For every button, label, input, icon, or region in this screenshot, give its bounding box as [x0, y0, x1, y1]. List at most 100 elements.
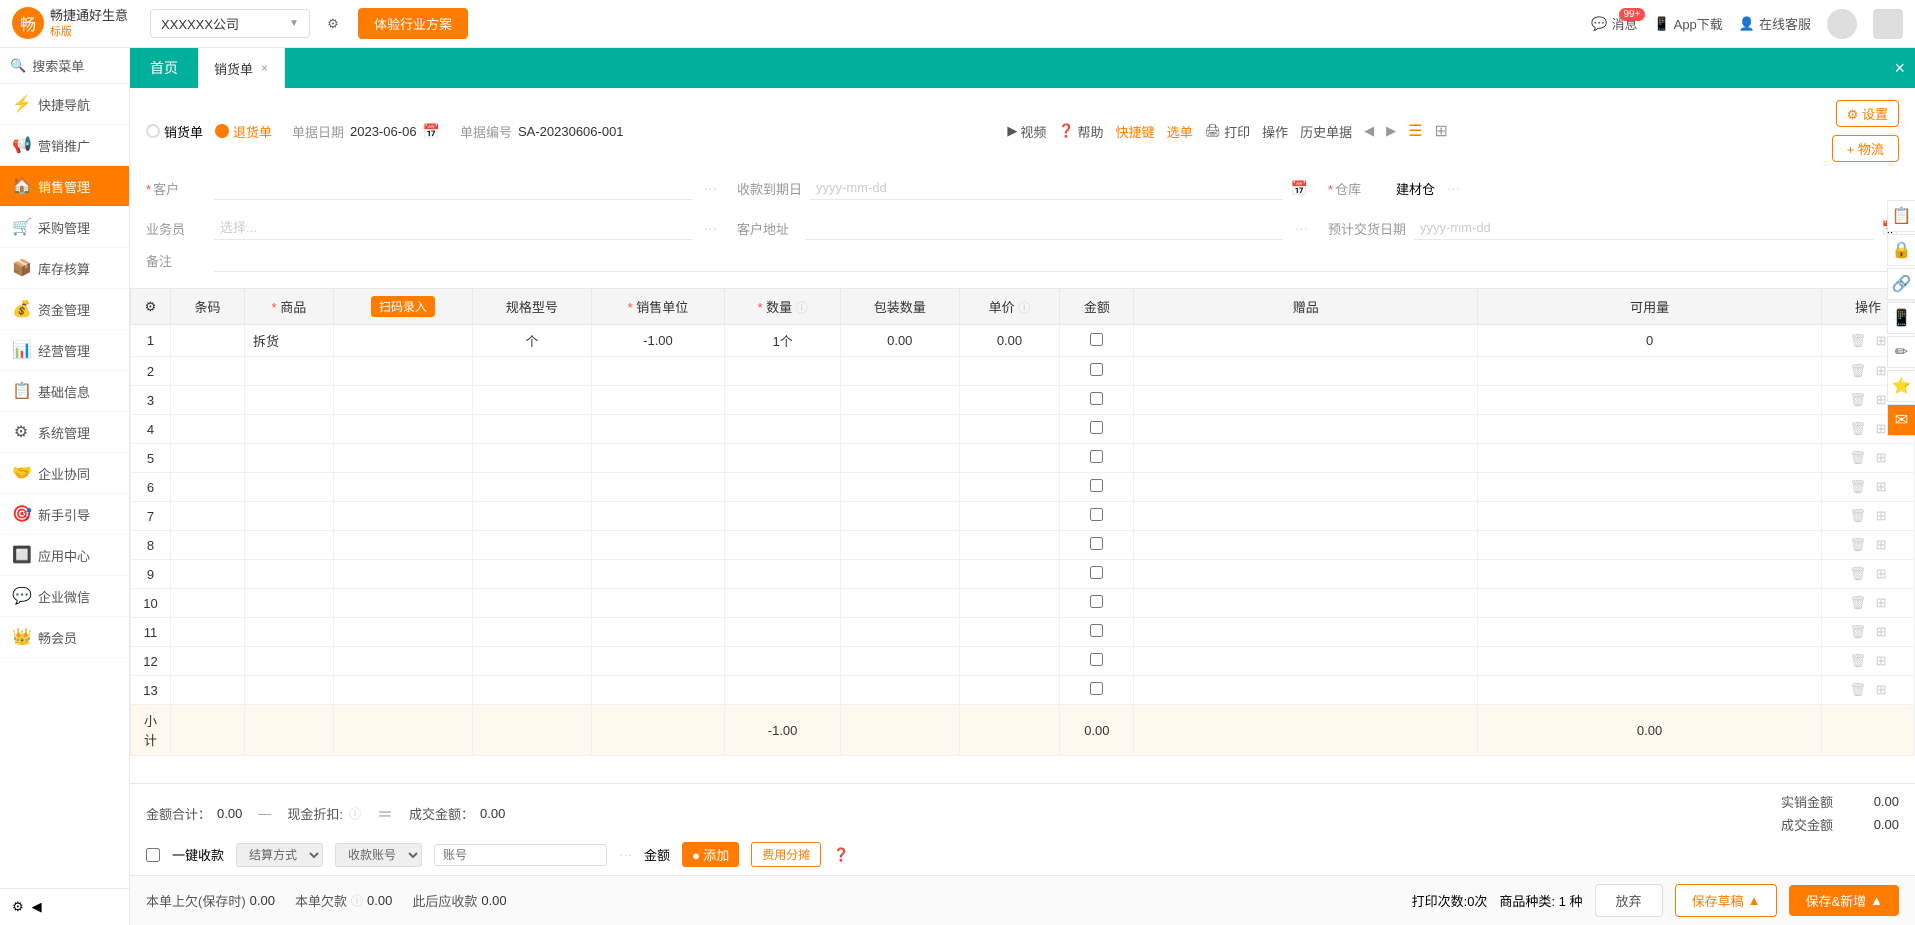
row-amount[interactable] — [959, 502, 1060, 531]
delete-icon[interactable]: 🗑 — [1849, 363, 1866, 378]
row-packqty[interactable] — [725, 589, 841, 618]
delete-icon[interactable]: 🗑 — [1849, 566, 1866, 581]
row-spec[interactable] — [333, 325, 472, 357]
copy-icon[interactable]: ⊞ — [1876, 537, 1887, 552]
row-amount[interactable] — [959, 473, 1060, 502]
settlement-method-select[interactable]: 结算方式 — [236, 843, 323, 867]
row-amount[interactable] — [959, 531, 1060, 560]
row-price[interactable] — [840, 560, 959, 589]
row-product[interactable] — [244, 647, 333, 676]
sidebar-item-quick-nav[interactable]: ⚡ 快捷导航 — [0, 84, 129, 125]
settings-button[interactable]: ⚙ 设置 — [1836, 100, 1899, 127]
float-btn-mobile[interactable]: 📱 — [1887, 302, 1915, 334]
row-product[interactable] — [244, 386, 333, 415]
fee-split-button[interactable]: 费用分摊 — [751, 842, 821, 867]
copy-icon[interactable]: ⊞ — [1876, 682, 1887, 697]
tab-close-icon[interactable]: × — [261, 61, 268, 75]
row-amount[interactable] — [959, 357, 1060, 386]
fee-help-icon[interactable]: ❓ — [833, 847, 849, 863]
sidebar-item-system[interactable]: ⚙ 系统管理 — [0, 412, 129, 453]
row-qty[interactable] — [591, 560, 725, 589]
sales-order-radio[interactable]: 销货单 — [146, 122, 203, 141]
row-unit[interactable] — [473, 386, 592, 415]
row-qty[interactable]: -1.00 — [591, 325, 725, 357]
row-barcode[interactable] — [171, 473, 245, 502]
row-unit[interactable] — [473, 676, 592, 705]
row-packqty[interactable] — [725, 502, 841, 531]
row-unit[interactable] — [473, 502, 592, 531]
sidebar-item-apps[interactable]: 🔲 应用中心 — [0, 535, 129, 576]
row-product[interactable] — [244, 618, 333, 647]
trial-button[interactable]: 体验行业方案 — [358, 8, 468, 39]
row-barcode[interactable] — [171, 502, 245, 531]
copy-icon[interactable]: ⊞ — [1876, 566, 1887, 581]
row-qty[interactable] — [591, 444, 725, 473]
receive-date-calendar-icon[interactable]: 📅 — [1291, 180, 1308, 197]
row-unit[interactable]: 个 — [473, 325, 592, 357]
expected-date-input[interactable] — [1414, 216, 1874, 240]
row-gift[interactable] — [1060, 647, 1134, 676]
row-gift[interactable] — [1060, 618, 1134, 647]
copy-icon[interactable]: ⊞ — [1876, 421, 1887, 436]
row-product[interactable] — [244, 676, 333, 705]
row-qty[interactable] — [591, 531, 725, 560]
copy-icon[interactable]: ⊞ — [1876, 450, 1887, 465]
row-qty[interactable] — [591, 589, 725, 618]
row-gift[interactable] — [1060, 589, 1134, 618]
list-view-icon[interactable]: ☰ — [1408, 121, 1422, 141]
row-spec[interactable] — [333, 647, 472, 676]
company-selector[interactable]: XXXXXX公司 ▼ — [150, 9, 310, 38]
row-barcode[interactable] — [171, 386, 245, 415]
row-unit[interactable] — [473, 589, 592, 618]
row-spec[interactable] — [333, 589, 472, 618]
row-qty[interactable] — [591, 647, 725, 676]
save-new-button[interactable]: 保存&新增 ▲ — [1789, 885, 1899, 916]
row-gift[interactable] — [1060, 386, 1134, 415]
row-product[interactable] — [244, 473, 333, 502]
copy-icon[interactable]: ⊞ — [1876, 595, 1887, 610]
row-qty[interactable] — [591, 357, 725, 386]
row-packqty[interactable] — [725, 647, 841, 676]
row-product[interactable] — [244, 560, 333, 589]
row-gift[interactable] — [1060, 357, 1134, 386]
row-price[interactable] — [840, 618, 959, 647]
sidebar-search[interactable]: 🔍 搜索菜单 — [0, 48, 129, 84]
row-packqty[interactable]: 1个 — [725, 325, 841, 357]
row-price[interactable]: 0.00 — [840, 325, 959, 357]
calendar-icon[interactable]: 📅 — [423, 123, 440, 140]
row-packqty[interactable] — [725, 473, 841, 502]
row-amount[interactable]: 0.00 — [959, 325, 1060, 357]
customer-address-input[interactable] — [805, 216, 1283, 240]
row-product[interactable] — [244, 502, 333, 531]
sidebar-item-basic[interactable]: 📋 基础信息 — [0, 371, 129, 412]
row-packqty[interactable] — [725, 531, 841, 560]
row-price[interactable] — [840, 473, 959, 502]
row-amount[interactable] — [959, 676, 1060, 705]
row-amount[interactable] — [959, 386, 1060, 415]
one-click-payment-checkbox[interactable] — [146, 848, 160, 862]
salesperson-dots[interactable]: ··· — [704, 221, 717, 236]
row-packqty[interactable] — [725, 444, 841, 473]
delete-icon[interactable]: 🗑 — [1849, 624, 1866, 639]
row-spec[interactable] — [333, 618, 472, 647]
save-draft-button[interactable]: 保存草稿 ▲ — [1675, 884, 1778, 917]
row-qty[interactable] — [591, 618, 725, 647]
shortcut-btn[interactable]: 快捷键 — [1116, 122, 1155, 141]
row-unit[interactable] — [473, 415, 592, 444]
row-unit[interactable] — [473, 357, 592, 386]
row-barcode[interactable] — [171, 415, 245, 444]
sidebar-item-finance[interactable]: 💰 资金管理 — [0, 289, 129, 330]
message-button[interactable]: 💬 消息 99+ — [1591, 14, 1637, 33]
row-amount[interactable] — [959, 415, 1060, 444]
row-qty[interactable] — [591, 415, 725, 444]
row-product[interactable] — [244, 357, 333, 386]
delete-icon[interactable]: 🗑 — [1849, 682, 1866, 697]
row-amount[interactable] — [959, 589, 1060, 618]
row-spec[interactable] — [333, 444, 472, 473]
row-spec[interactable] — [333, 676, 472, 705]
row-spec[interactable] — [333, 560, 472, 589]
row-product[interactable]: 拆货 — [244, 325, 333, 357]
copy-icon[interactable]: ⊞ — [1876, 624, 1887, 639]
row-packqty[interactable] — [725, 560, 841, 589]
app-download-button[interactable]: 📱 App下载 — [1653, 14, 1722, 33]
